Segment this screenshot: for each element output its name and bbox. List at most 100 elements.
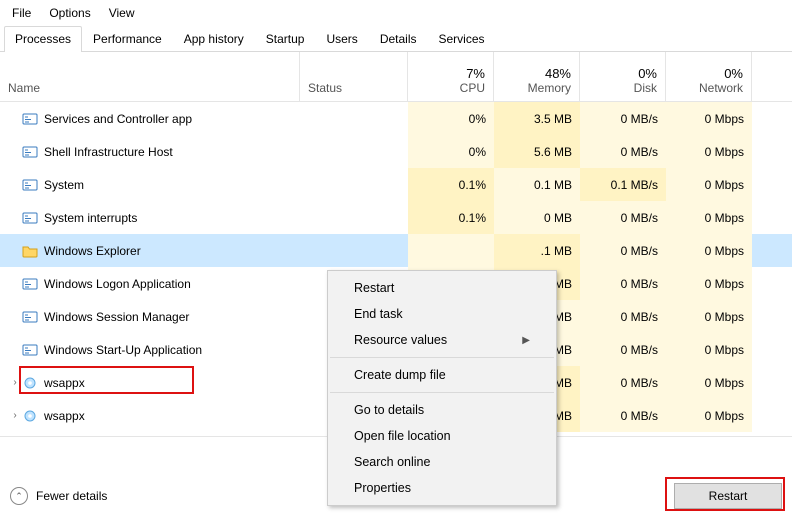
memory-value: 3.5 MB xyxy=(494,102,580,135)
col-name[interactable]: Name xyxy=(0,52,300,101)
ctx-label: Create dump file xyxy=(354,368,446,382)
ctx-create-dump-file[interactable]: Create dump file xyxy=(328,362,556,388)
expand-icon[interactable]: › xyxy=(8,377,22,388)
process-row[interactable]: Services and Controller app 0%3.5 MB0 MB/… xyxy=(0,102,792,135)
process-name: wsappx xyxy=(44,409,85,423)
disk-value: 0 MB/s xyxy=(580,102,666,135)
fewer-details-label: Fewer details xyxy=(36,489,107,503)
network-value: 0 Mbps xyxy=(666,300,752,333)
ctx-label: Resource values xyxy=(354,333,447,347)
service-icon xyxy=(22,177,38,193)
cpu-value: 0.1% xyxy=(408,201,494,234)
ctx-resource-values[interactable]: Resource values ▶ xyxy=(328,327,556,353)
ctx-label: Restart xyxy=(354,281,394,295)
disk-value: 0 MB/s xyxy=(580,201,666,234)
network-value: 0 Mbps xyxy=(666,234,752,267)
cpu-value: 0.1% xyxy=(408,168,494,201)
ctx-label: Open file location xyxy=(354,429,451,443)
network-value: 0 Mbps xyxy=(666,366,752,399)
tab-performance[interactable]: Performance xyxy=(82,26,173,51)
disk-value: 0 MB/s xyxy=(580,267,666,300)
process-name: Shell Infrastructure Host xyxy=(44,145,173,159)
network-value: 0 Mbps xyxy=(666,333,752,366)
tab-strip: ProcessesPerformanceApp historyStartupUs… xyxy=(0,26,792,52)
cpu-value xyxy=(408,234,494,267)
network-value: 0 Mbps xyxy=(666,102,752,135)
disk-value: 0 MB/s xyxy=(580,333,666,366)
tab-details[interactable]: Details xyxy=(369,26,428,51)
ctx-label: End task xyxy=(354,307,403,321)
process-name: Windows Session Manager xyxy=(44,310,189,324)
expand-icon[interactable]: › xyxy=(8,410,22,421)
column-headers: ⌃ Name Status 7%CPU 48%Memory 0%Disk 0%N… xyxy=(0,52,792,102)
service-icon xyxy=(22,210,38,226)
memory-value: 5.6 MB xyxy=(494,135,580,168)
process-name: Windows Explorer xyxy=(44,244,141,258)
process-name: Windows Logon Application xyxy=(44,277,191,291)
menu-view[interactable]: View xyxy=(109,6,135,20)
col-network[interactable]: 0%Network xyxy=(666,52,752,101)
menu-separator xyxy=(330,392,554,393)
service-icon xyxy=(22,144,38,160)
service-icon xyxy=(22,111,38,127)
ctx-search-online[interactable]: Search online xyxy=(328,449,556,475)
memory-value: 0 MB xyxy=(494,201,580,234)
process-name: Services and Controller app xyxy=(44,112,192,126)
folder-icon xyxy=(22,243,38,259)
network-value: 0 Mbps xyxy=(666,135,752,168)
network-value: 0 Mbps xyxy=(666,399,752,432)
context-menu: Restart End task Resource values ▶ Create du… xyxy=(327,270,557,506)
service-icon xyxy=(22,276,38,292)
tab-startup[interactable]: Startup xyxy=(255,26,316,51)
disk-value: 0 MB/s xyxy=(580,300,666,333)
col-cpu[interactable]: 7%CPU xyxy=(408,52,494,101)
menu-separator xyxy=(330,357,554,358)
disk-value: 0 MB/s xyxy=(580,399,666,432)
menu-file[interactable]: File xyxy=(12,6,31,20)
ctx-restart[interactable]: Restart xyxy=(328,275,556,301)
ctx-label: Go to details xyxy=(354,403,424,417)
cpu-value: 0% xyxy=(408,135,494,168)
menu-options[interactable]: Options xyxy=(49,6,90,20)
process-row[interactable]: Windows Explorer .1 MB0 MB/s0 Mbps xyxy=(0,234,792,267)
ctx-go-to-details[interactable]: Go to details xyxy=(328,397,556,423)
disk-value: 0 MB/s xyxy=(580,366,666,399)
service-icon xyxy=(22,309,38,325)
process-name: System xyxy=(44,178,84,192)
cpu-value: 0% xyxy=(408,102,494,135)
process-name: Windows Start-Up Application xyxy=(44,343,202,357)
ctx-open-file-location[interactable]: Open file location xyxy=(328,423,556,449)
network-value: 0 Mbps xyxy=(666,267,752,300)
process-row[interactable]: System interrupts 0.1%0 MB0 MB/s0 Mbps xyxy=(0,201,792,234)
network-value: 0 Mbps xyxy=(666,201,752,234)
tab-services[interactable]: Services xyxy=(428,26,496,51)
col-disk[interactable]: 0%Disk xyxy=(580,52,666,101)
service-icon xyxy=(22,342,38,358)
disk-value: 0.1 MB/s xyxy=(580,168,666,201)
gear-icon xyxy=(22,408,38,424)
tab-users[interactable]: Users xyxy=(315,26,368,51)
ctx-end-task[interactable]: End task xyxy=(328,301,556,327)
gear-icon xyxy=(22,375,38,391)
process-row[interactable]: Shell Infrastructure Host 0%5.6 MB0 MB/s0… xyxy=(0,135,792,168)
memory-value: 0.1 MB xyxy=(494,168,580,201)
fewer-details[interactable]: ⌃ Fewer details xyxy=(10,487,107,505)
process-name: System interrupts xyxy=(44,211,137,225)
disk-value: 0 MB/s xyxy=(580,234,666,267)
tab-app-history[interactable]: App history xyxy=(173,26,255,51)
disk-value: 0 MB/s xyxy=(580,135,666,168)
menubar: File Options View xyxy=(0,0,792,26)
chevron-up-icon: ⌃ xyxy=(10,487,28,505)
process-row[interactable]: System 0.1%0.1 MB0.1 MB/s0 Mbps xyxy=(0,168,792,201)
memory-value: .1 MB xyxy=(494,234,580,267)
col-status[interactable]: Status xyxy=(300,52,408,101)
restart-button[interactable]: Restart xyxy=(674,483,782,509)
process-name: wsappx xyxy=(44,376,85,390)
chevron-right-icon: ▶ xyxy=(522,335,530,346)
col-memory[interactable]: 48%Memory xyxy=(494,52,580,101)
ctx-label: Properties xyxy=(354,481,411,495)
ctx-properties[interactable]: Properties xyxy=(328,475,556,501)
network-value: 0 Mbps xyxy=(666,168,752,201)
tab-processes[interactable]: Processes xyxy=(4,26,82,51)
ctx-label: Search online xyxy=(354,455,430,469)
